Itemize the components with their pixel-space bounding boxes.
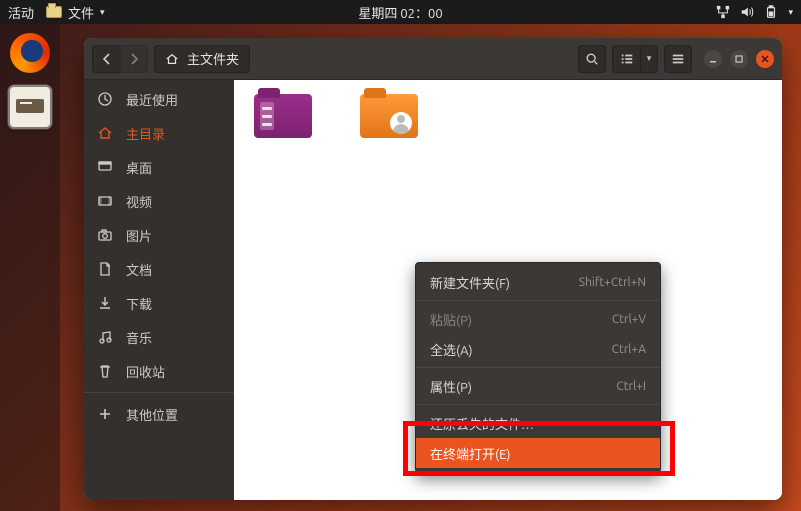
sidebar: 最近使用 主目录 桌面 视频 图片 文档 (84, 80, 234, 500)
back-button[interactable] (92, 45, 120, 73)
sidebar-item-label: 图片 (126, 226, 152, 245)
view-toggle-button[interactable] (612, 45, 640, 73)
path-label: 主文件夹 (187, 49, 239, 68)
close-button[interactable] (756, 50, 774, 68)
home-icon (165, 52, 179, 66)
maximize-button[interactable] (730, 50, 748, 68)
forward-button[interactable] (120, 45, 148, 73)
app-menu[interactable]: 文件 ▾ (46, 3, 105, 22)
window-controls (704, 50, 774, 68)
desktop-icon (96, 159, 114, 175)
menu-item-label: 粘贴(P) (430, 310, 472, 329)
view-dropdown-button[interactable]: ▾ (640, 45, 658, 73)
headerbar: 主文件夹 ▾ (84, 38, 782, 80)
sidebar-item-label: 最近使用 (126, 90, 178, 109)
download-icon (96, 295, 114, 311)
menu-item-label: 新建文件夹(F) (430, 273, 510, 292)
sidebar-item-label: 其他位置 (126, 405, 178, 424)
sidebar-item-label: 主目录 (126, 124, 165, 143)
hamburger-menu-button[interactable] (664, 45, 692, 73)
menu-item-label: 还原丢失的文件… (430, 414, 534, 433)
sidebar-item-downloads[interactable]: 下载 (84, 286, 234, 320)
sidebar-separator (84, 392, 234, 393)
menu-item-label: 在终端打开(E) (430, 444, 510, 463)
activities-button[interactable]: 活动 (8, 3, 34, 22)
trash-icon (96, 363, 114, 379)
menu-item-accel: Ctrl+A (612, 343, 646, 356)
sidebar-item-music[interactable]: 音乐 (84, 320, 234, 354)
dock-firefox[interactable] (7, 30, 53, 76)
menu-item-accel: Ctrl+V (612, 313, 646, 326)
chevron-down-icon: ▾ (100, 7, 105, 18)
menu-paste[interactable]: 粘贴(P) Ctrl+V (416, 304, 660, 334)
sidebar-item-videos[interactable]: 视频 (84, 184, 234, 218)
menu-restore-files[interactable]: 还原丢失的文件… (416, 408, 660, 438)
plus-icon (96, 406, 114, 422)
menu-separator (416, 404, 660, 405)
sidebar-item-other[interactable]: 其他位置 (84, 397, 234, 431)
files-icon (10, 87, 50, 127)
menu-separator (416, 300, 660, 301)
firefox-icon (10, 33, 50, 73)
folder-item[interactable] (248, 94, 318, 138)
sidebar-item-trash[interactable]: 回收站 (84, 354, 234, 388)
document-icon (96, 261, 114, 277)
video-icon (96, 193, 114, 209)
sidebar-item-label: 视频 (126, 192, 152, 211)
menu-item-label: 全选(A) (430, 340, 473, 359)
app-menu-label: 文件 (68, 3, 94, 22)
sidebar-item-label: 音乐 (126, 328, 152, 347)
network-icon[interactable] (716, 5, 730, 19)
sidebar-item-home[interactable]: 主目录 (84, 116, 234, 150)
chevron-down-icon[interactable]: ▾ (788, 7, 793, 18)
menu-select-all[interactable]: 全选(A) Ctrl+A (416, 334, 660, 364)
files-app-icon (46, 6, 62, 18)
volume-icon[interactable] (740, 5, 754, 19)
sidebar-item-recent[interactable]: 最近使用 (84, 82, 234, 116)
folder-item[interactable] (354, 94, 424, 138)
menu-new-folder[interactable]: 新建文件夹(F) Shift+Ctrl+N (416, 267, 660, 297)
menu-open-terminal[interactable]: 在终端打开(E) (416, 438, 660, 468)
sidebar-item-label: 文档 (126, 260, 152, 279)
menu-properties[interactable]: 属性(P) Ctrl+I (416, 371, 660, 401)
sidebar-item-label: 下载 (126, 294, 152, 313)
sidebar-item-label: 桌面 (126, 158, 152, 177)
folder-icon (254, 94, 312, 138)
top-panel: 活动 文件 ▾ 星期四 02：00 ▾ (0, 0, 801, 24)
search-button[interactable] (578, 45, 606, 73)
music-icon (96, 329, 114, 345)
sidebar-item-pictures[interactable]: 图片 (84, 218, 234, 252)
context-menu: 新建文件夹(F) Shift+Ctrl+N 粘贴(P) Ctrl+V 全选(A)… (415, 262, 661, 473)
sidebar-item-label: 回收站 (126, 362, 165, 381)
menu-item-accel: Ctrl+I (616, 380, 646, 393)
sidebar-item-desktop[interactable]: 桌面 (84, 150, 234, 184)
menu-item-accel: Shift+Ctrl+N (579, 276, 646, 289)
folder-icon (360, 94, 418, 138)
sidebar-item-documents[interactable]: 文档 (84, 252, 234, 286)
minimize-button[interactable] (704, 50, 722, 68)
clock[interactable]: 星期四 02：00 (358, 3, 442, 22)
chevron-down-icon: ▾ (647, 53, 652, 64)
menu-item-label: 属性(P) (430, 377, 472, 396)
clock-icon (96, 91, 114, 107)
pathbar[interactable]: 主文件夹 (154, 45, 250, 73)
dock-files[interactable] (7, 84, 53, 130)
nav-group (92, 45, 148, 73)
camera-icon (96, 227, 114, 243)
menu-separator (416, 367, 660, 368)
home-icon (96, 125, 114, 141)
dock (0, 24, 60, 511)
battery-icon[interactable] (764, 5, 778, 19)
